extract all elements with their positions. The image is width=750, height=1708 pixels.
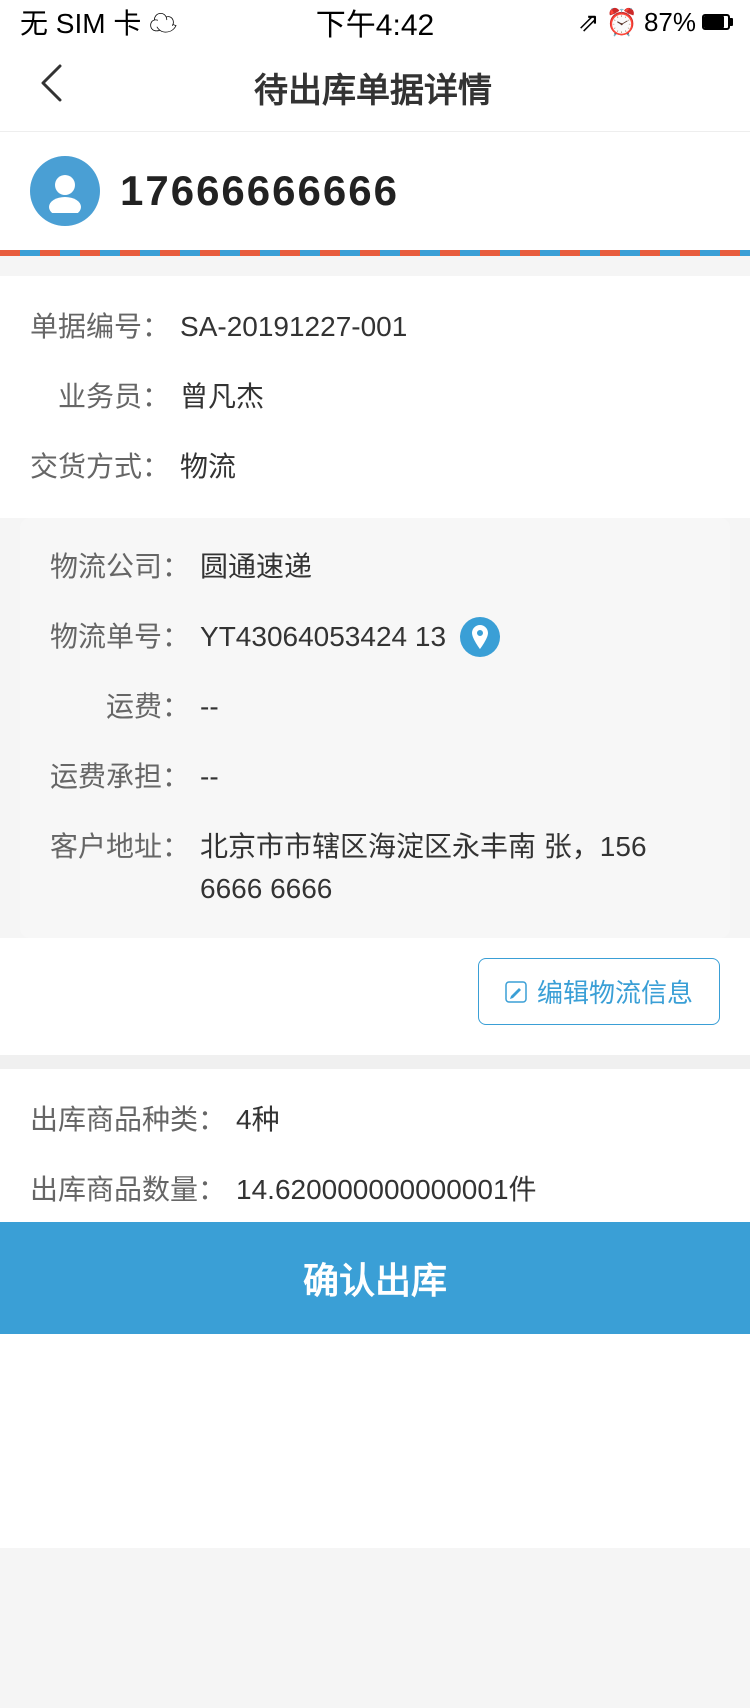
freight-value: -- [190, 686, 700, 728]
battery-percent: 87% [644, 7, 696, 38]
edit-logistics-section: 编辑物流信息 [0, 938, 750, 1055]
tracking-number-row: 物流单号： YT43064053424 13 [50, 616, 700, 658]
avatar [30, 156, 100, 226]
section-divider [0, 1055, 750, 1069]
document-number-value: SA-20191227-001 [170, 306, 720, 348]
page-title: 待出库单据详情 [72, 63, 674, 112]
freight-bearer-value: -- [190, 756, 700, 798]
goods-type-row: 出库商品种类： 4种 [30, 1099, 720, 1141]
sim-status: 无 SIM 卡 ☁ [20, 2, 177, 42]
logistics-card: 物流公司： 圆通速递 物流单号： YT43064053424 13 运费： --… [20, 518, 730, 938]
location-icon: ⇗ [578, 7, 600, 38]
logistics-company-label: 物流公司： [50, 546, 190, 588]
tracking-number-value: YT43064053424 13 [190, 616, 700, 658]
basic-info-section: 单据编号： SA-20191227-001 业务员： 曾凡杰 交货方式： 物流 [0, 276, 750, 518]
nav-bar: 待出库单据详情 [0, 44, 750, 132]
salesperson-label: 业务员： [30, 376, 170, 418]
freight-bearer-label: 运费承担： [50, 756, 190, 798]
status-right: ⇗ ⏰ 87% [578, 7, 730, 38]
goods-type-value: 4种 [226, 1099, 720, 1141]
freight-row: 运费： -- [50, 686, 700, 728]
alarm-icon: ⏰ [606, 7, 638, 38]
document-number-row: 单据编号： SA-20191227-001 [30, 306, 720, 348]
goods-type-label: 出库商品种类： [30, 1099, 226, 1141]
address-label: 客户地址： [50, 826, 190, 868]
status-left: 无 SIM 卡 ☁ [20, 2, 177, 42]
document-number-label: 单据编号： [30, 306, 170, 348]
edit-logistics-label: 编辑物流信息 [537, 973, 693, 1010]
salesperson-row: 业务员： 曾凡杰 [30, 376, 720, 418]
confirm-button[interactable]: 确认出库 [303, 1252, 447, 1304]
user-header: 17666666666 [0, 132, 750, 250]
address-row: 客户地址： 北京市市辖区海淀区永丰南 张，156 6666 6666 [50, 826, 700, 910]
delivery-label: 交货方式： [30, 446, 170, 488]
tracking-number-label: 物流单号： [50, 616, 190, 658]
goods-quantity-value: 14.620000000000001件 [226, 1169, 720, 1211]
user-phone: 17666666666 [120, 167, 399, 215]
address-value: 北京市市辖区海淀区永丰南 张，156 6666 6666 [190, 826, 700, 910]
back-button[interactable] [30, 54, 72, 121]
status-bar: 无 SIM 卡 ☁ 下午4:42 ⇗ ⏰ 87% [0, 0, 750, 44]
freight-bearer-row: 运费承担： -- [50, 756, 700, 798]
location-icon-btn[interactable] [460, 617, 500, 657]
confirm-btn-wrap: 确认出库 [0, 1222, 750, 1334]
battery-icon [702, 14, 730, 30]
content-spacer [0, 1348, 750, 1548]
freight-label: 运费： [50, 686, 190, 728]
goods-quantity-label: 出库商品数量： [30, 1169, 226, 1211]
delivery-row: 交货方式： 物流 [30, 446, 720, 488]
logistics-company-row: 物流公司： 圆通速递 [50, 546, 700, 588]
delivery-value: 物流 [170, 446, 720, 488]
goods-quantity-row: 出库商品数量： 14.620000000000001件 [30, 1169, 720, 1211]
logistics-company-value: 圆通速递 [190, 546, 700, 588]
dashed-separator [0, 250, 750, 256]
salesperson-value: 曾凡杰 [170, 376, 720, 418]
bottom-space [0, 1548, 750, 1708]
goods-section: 出库商品种类： 4种 出库商品数量： 14.620000000000001件 [0, 1069, 750, 1241]
edit-logistics-button[interactable]: 编辑物流信息 [478, 958, 720, 1025]
status-time: 下午4:42 [316, 0, 434, 44]
